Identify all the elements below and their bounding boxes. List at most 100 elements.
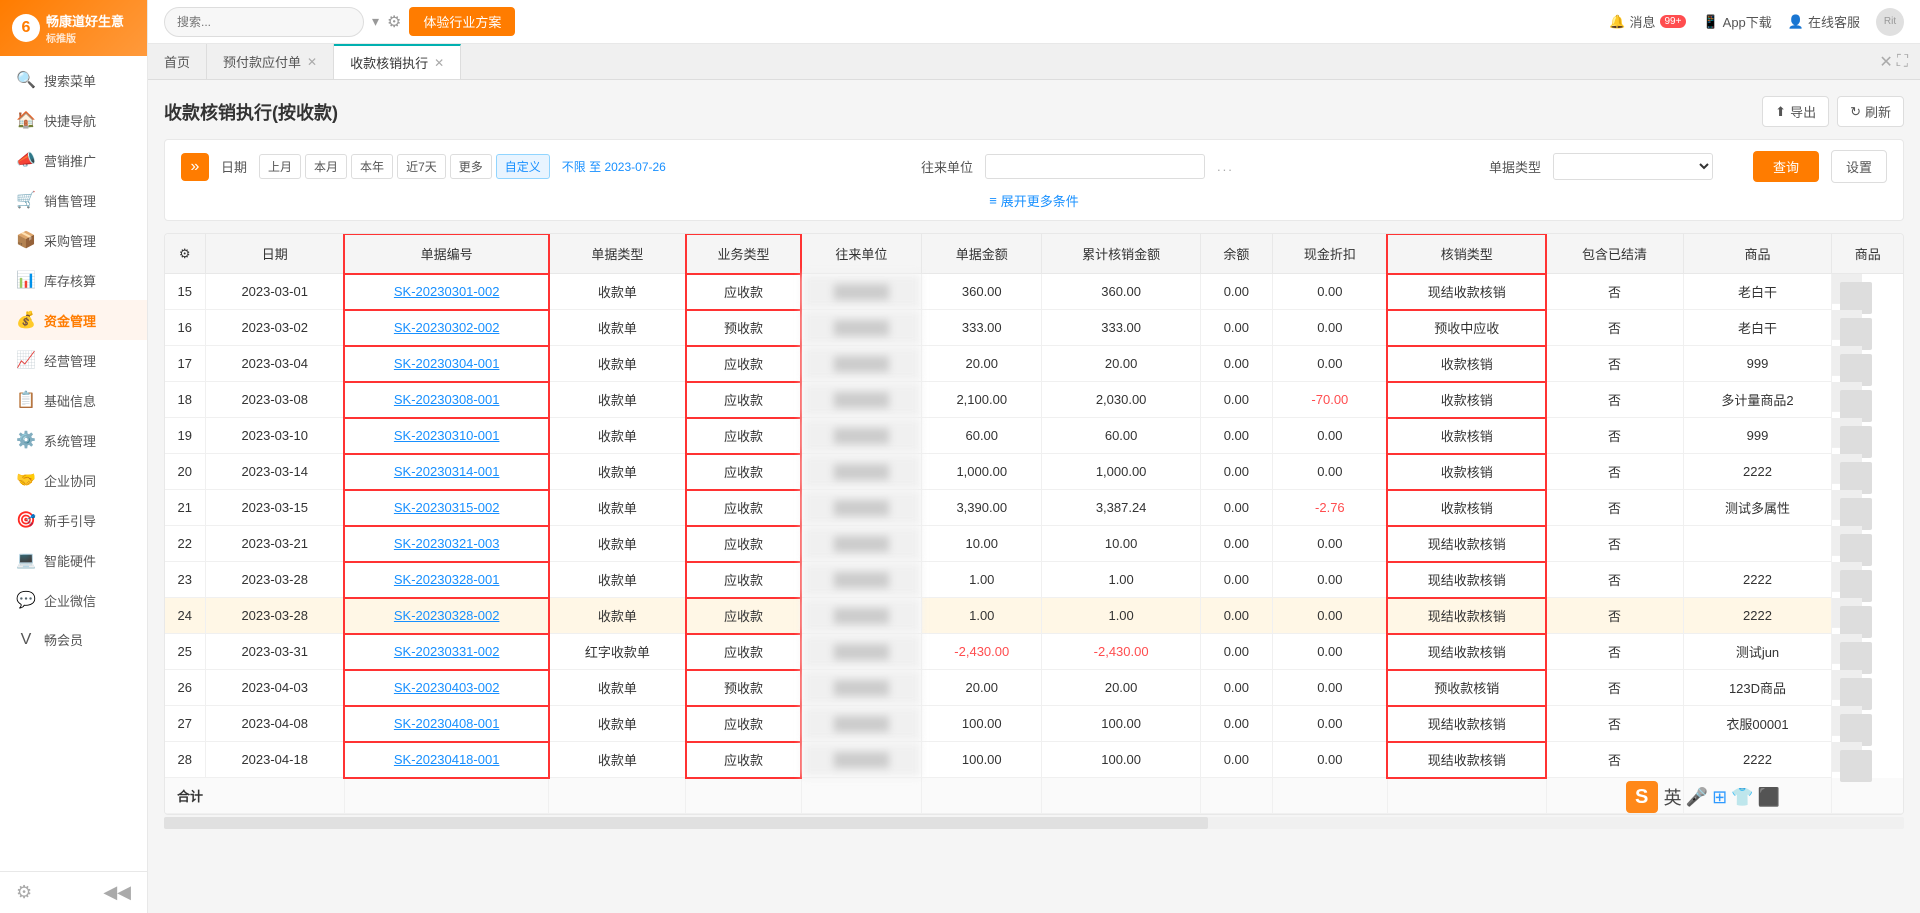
sidebar-item-guide[interactable]: 🎯 新手引导 <box>0 500 147 540</box>
sidebar-item-finance[interactable]: 💰 资金管理 <box>0 300 147 340</box>
this-year-btn[interactable]: 本年 <box>351 154 393 179</box>
setting-btn[interactable]: 设置 <box>1831 150 1887 183</box>
sidebar-item-member[interactable]: V 畅会员 <box>0 620 147 659</box>
hardware-icon: 💻 <box>16 550 36 570</box>
this-month-btn[interactable]: 本月 <box>305 154 347 179</box>
td-slip-no[interactable]: SK-20230418-001 <box>344 742 549 778</box>
td-seq: 20 <box>165 454 205 490</box>
filter-area: » 日期 上月 本月 本年 近7天 更多 自定义 不限 至 2023-07-26… <box>164 139 1904 221</box>
sidebar-item-nav[interactable]: 🏠 快捷导航 <box>0 100 147 140</box>
th-verify-type: 核销类型 <box>1387 234 1546 274</box>
app-download-item[interactable]: 📱 App下载 <box>1702 12 1771 31</box>
expand-btn[interactable]: ≡ 展开更多条件 <box>989 191 1079 210</box>
td-product: 2222 <box>1683 562 1832 598</box>
td-verify-type: 现结收款核销 <box>1387 274 1546 310</box>
td-cash-disc: -2.76 <box>1272 490 1387 526</box>
td-settled: 否 <box>1546 562 1683 598</box>
sidebar-item-basic-info[interactable]: 📋 基础信息 <box>0 380 147 420</box>
td-slip-no[interactable]: SK-20230302-002 <box>344 310 549 346</box>
export-btn[interactable]: ⬆ 导出 <box>1762 96 1829 127</box>
sidebar-item-system[interactable]: ⚙️ 系统管理 <box>0 420 147 460</box>
refresh-btn[interactable]: ↻ 刷新 <box>1837 96 1904 127</box>
td-seq: 15 <box>165 274 205 310</box>
td-slip-no[interactable]: SK-20230328-001 <box>344 562 549 598</box>
inventory-icon: 📊 <box>16 270 36 290</box>
topbar-gear-icon[interactable]: ⚙ <box>387 12 401 32</box>
td-verified: 1.00 <box>1042 562 1201 598</box>
last-month-btn[interactable]: 上月 <box>259 154 301 179</box>
td-balance: 0.00 <box>1200 526 1272 562</box>
td-slip-no[interactable]: SK-20230331-002 <box>344 634 549 670</box>
slip-type-select[interactable] <box>1553 153 1713 180</box>
dropdown-arrow-icon[interactable]: ▾ <box>372 13 379 30</box>
td-verified: 333.00 <box>1042 310 1201 346</box>
query-btn[interactable]: 查询 <box>1753 151 1819 182</box>
watermark-mic-icon[interactable]: 🎤 <box>1686 787 1708 808</box>
td-slip-no[interactable]: SK-20230321-003 <box>344 526 549 562</box>
tab-verification[interactable]: 收款核销执行 ✕ <box>334 44 461 79</box>
summary-product2 <box>1832 778 1903 814</box>
sidebar-item-collab[interactable]: 🤝 企业协同 <box>0 460 147 500</box>
tab-close-verification[interactable]: ✕ <box>434 56 444 70</box>
user-avatar[interactable]: Rit <box>1876 8 1904 36</box>
tab-home[interactable]: 首页 <box>148 44 207 79</box>
watermark-chinese-icon[interactable]: 英 <box>1664 784 1682 810</box>
app-icon: 📱 <box>1702 14 1718 30</box>
settings-col-icon[interactable]: ⚙ <box>179 246 191 261</box>
collapse-icon[interactable]: ◀◀ <box>103 882 131 903</box>
td-verify-type: 收款核销 <box>1387 490 1546 526</box>
td-product: 2222 <box>1683 742 1832 778</box>
td-cash-disc: -70.00 <box>1272 382 1387 418</box>
sidebar-item-operations[interactable]: 📈 经营管理 <box>0 340 147 380</box>
td-slip-no[interactable]: SK-20230301-002 <box>344 274 549 310</box>
scroll-bar-area[interactable] <box>164 817 1904 829</box>
td-slip-no[interactable]: SK-20230310-001 <box>344 418 549 454</box>
export-icon: ⬆ <box>1775 104 1786 120</box>
td-slip-type: 收款单 <box>549 346 686 382</box>
summary-slip <box>344 778 549 814</box>
close-tab-btn[interactable]: ✕ <box>1879 52 1892 72</box>
topbar-search-input[interactable] <box>164 7 364 37</box>
td-slip-no[interactable]: SK-20230328-002 <box>344 598 549 634</box>
td-amount: 360.00 <box>922 274 1042 310</box>
td-product2-img <box>1832 418 1862 448</box>
more-date-btn[interactable]: 更多 <box>450 154 492 179</box>
maximize-btn[interactable]: ⛶ <box>1897 53 1908 71</box>
watermark-puzzle-icon[interactable]: ⬛ <box>1758 787 1780 808</box>
slip-type-label: 单据类型 <box>1489 157 1541 176</box>
td-slip-no[interactable]: SK-20230315-002 <box>344 490 549 526</box>
filter-toggle-btn[interactable]: » <box>181 153 209 181</box>
td-slip-no[interactable]: SK-20230304-001 <box>344 346 549 382</box>
td-partner: ██████ <box>801 454 922 490</box>
partner-input[interactable] <box>985 154 1205 179</box>
td-slip-no[interactable]: SK-20230403-002 <box>344 670 549 706</box>
sidebar-item-inventory[interactable]: 📊 库存核算 <box>0 260 147 300</box>
watermark-grid-icon[interactable]: ⊞ <box>1712 787 1727 808</box>
data-table: ⚙ 日期 单据编号 单据类型 业务类型 往来单位 单据金额 累计核销金额 余额 … <box>165 234 1903 814</box>
sidebar-item-hardware[interactable]: 💻 智能硬件 <box>0 540 147 580</box>
online-service-item[interactable]: 👤 在线客服 <box>1788 12 1860 31</box>
watermark-shirt-icon[interactable]: 👕 <box>1731 787 1753 808</box>
table-row: 182023-03-08SK-20230308-001收款单应收款██████2… <box>165 382 1903 418</box>
solution-btn[interactable]: 体验行业方案 <box>409 7 515 36</box>
sidebar-item-marketing[interactable]: 📣 营销推广 <box>0 140 147 180</box>
td-seq: 27 <box>165 706 205 742</box>
sidebar-item-sales[interactable]: 🛒 销售管理 <box>0 180 147 220</box>
td-date: 2023-03-28 <box>205 598 344 634</box>
td-slip-no[interactable]: SK-20230408-001 <box>344 706 549 742</box>
sidebar-item-purchase[interactable]: 📦 采购管理 <box>0 220 147 260</box>
td-slip-no[interactable]: SK-20230314-001 <box>344 454 549 490</box>
last-7-days-btn[interactable]: 近7天 <box>397 154 446 179</box>
td-verify-type: 现结收款核销 <box>1387 562 1546 598</box>
td-slip-no[interactable]: SK-20230308-001 <box>344 382 549 418</box>
more-options-icon[interactable]: ... <box>1217 159 1234 174</box>
settings-bottom-icon[interactable]: ⚙ <box>16 882 32 903</box>
page-actions: ⬆ 导出 ↻ 刷新 <box>1762 96 1904 127</box>
tab-close-prepayment[interactable]: ✕ <box>307 55 317 69</box>
custom-date-btn[interactable]: 自定义 <box>496 154 550 179</box>
sidebar-item-wechat[interactable]: 💬 企业微信 <box>0 580 147 620</box>
sidebar-item-search[interactable]: 🔍 搜索菜单 <box>0 60 147 100</box>
td-verified: 2,030.00 <box>1042 382 1201 418</box>
tab-prepayment[interactable]: 预付款应付单 ✕ <box>207 44 334 79</box>
message-item[interactable]: 🔔 消息 99+ <box>1609 12 1686 31</box>
